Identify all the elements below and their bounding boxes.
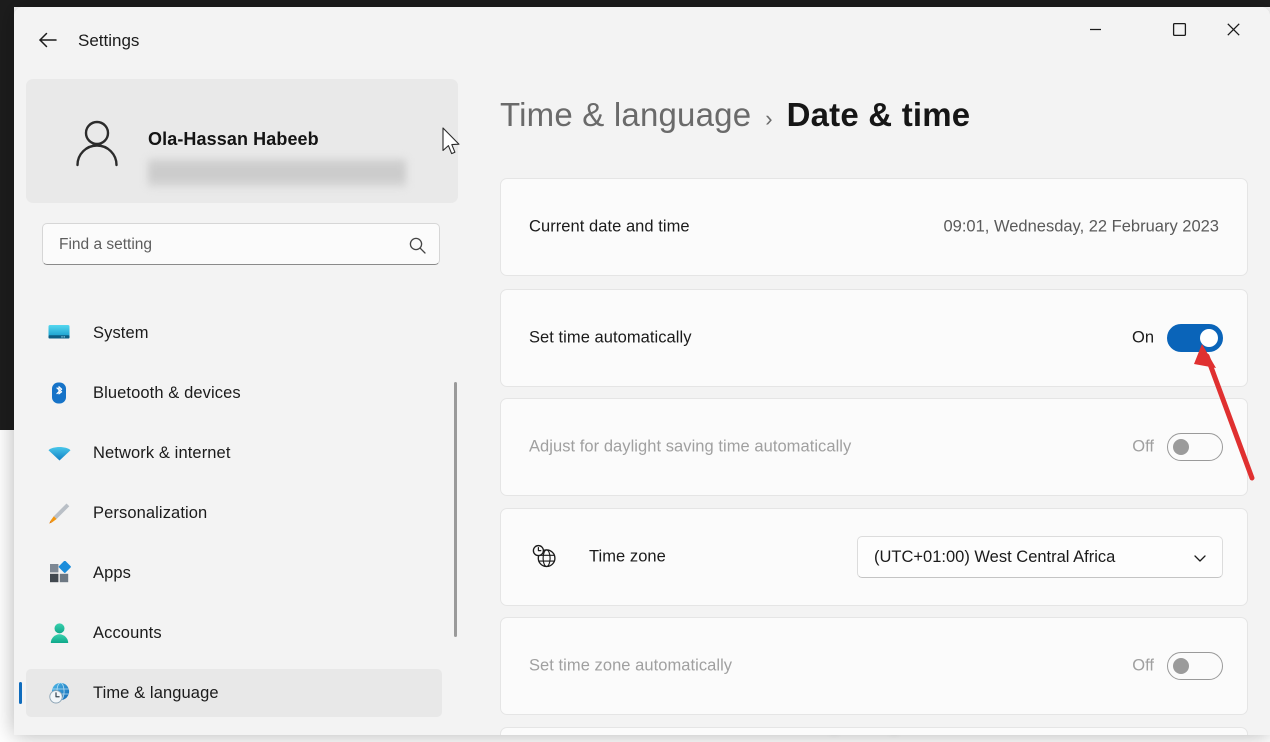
apps-grid-icon [44,558,74,588]
sidebar: Ola-Hassan Habeeb Find a setting System … [14,67,460,735]
sidebar-scrollbar[interactable] [454,382,457,637]
current-date-time-value: 09:01, Wednesday, 22 February 2023 [943,217,1220,236]
sidebar-item-label: Apps [93,563,132,582]
time-zone-label: Time zone [589,547,666,566]
toggle-knob [1173,439,1189,455]
breadcrumb-separator: › [765,106,773,131]
sidebar-item-apps[interactable]: Apps [26,549,442,597]
paintbrush-icon [44,498,74,528]
adjust-daylight-saving-toggle [1167,433,1223,461]
sidebar-item-label: Accounts [93,623,162,642]
chevron-down-icon [1194,555,1206,562]
set-time-automatically-label: Set time automatically [529,328,692,347]
sidebar-nav-list: System Bluetooth & devices Network & int… [19,309,448,729]
sidebar-item-network-internet[interactable]: Network & internet [26,429,442,477]
maximize-button[interactable] [1148,7,1210,51]
profile-email-redacted [148,159,406,187]
search-input[interactable] [57,224,391,266]
profile-name: Ola-Hassan Habeeb [148,129,319,149]
sidebar-item-accounts[interactable]: Accounts [26,609,442,657]
window-title-bar: Settings [14,7,1270,75]
current-date-time-card: Current date and time 09:01, Wednesday, … [500,178,1248,276]
globe-clock-icon [44,678,74,708]
sidebar-item-system[interactable]: System [26,309,442,357]
selection-indicator [19,682,22,704]
adjust-daylight-saving-label: Adjust for daylight saving time automati… [529,437,852,456]
time-zone-card: Time zone (UTC+01:00) West Central Afric… [500,508,1248,606]
settings-window: Settings Ola-Hassan Habeeb Find a settin… [14,7,1270,735]
maximize-icon [1172,22,1186,36]
sidebar-item-label: Network & internet [93,443,231,462]
person-avatar-icon [76,120,118,167]
wifi-icon [44,438,74,468]
adjust-daylight-saving-card: Adjust for daylight saving time automati… [500,398,1248,496]
breadcrumb-parent-link[interactable]: Time & language [500,96,751,134]
sidebar-item-label: System [93,323,149,342]
set-time-zone-automatically-label: Set time zone automatically [529,656,733,675]
back-button[interactable] [24,17,72,63]
sidebar-item-label: Personalization [93,503,208,522]
sidebar-item-label: Bluetooth & devices [93,383,241,402]
desktop-top-strip [0,0,1270,7]
close-button[interactable] [1202,7,1264,51]
toggle-knob [1173,658,1189,674]
sidebar-item-personalization[interactable]: Personalization [26,489,442,537]
profile-card[interactable]: Ola-Hassan Habeeb [26,79,458,203]
desktop-left-strip [0,0,14,430]
sidebar-item-label: Time & language [93,683,219,702]
monitor-icon [44,318,74,348]
back-arrow-icon [39,32,57,48]
adjust-daylight-saving-state: Off [1132,437,1154,456]
set-time-automatically-toggle[interactable] [1167,324,1223,352]
set-time-zone-automatically-state: Off [1132,656,1154,675]
time-zone-value: (UTC+01:00) West Central Africa [874,547,1116,566]
person-icon [44,618,74,648]
sidebar-item-bluetooth-devices[interactable]: Bluetooth & devices [26,369,442,417]
app-title: Settings [78,31,140,50]
minimize-icon [1089,28,1101,30]
search-box[interactable] [42,223,440,266]
sidebar-item-time-language[interactable]: Time & language [19,669,442,717]
breadcrumb: Time & language › Date & time [500,96,970,134]
set-time-zone-automatically-card: Set time zone automatically Off [500,617,1248,715]
set-time-automatically-card[interactable]: Set time automatically On [500,289,1248,387]
globe-clock-icon [529,542,559,572]
current-date-time-label: Current date and time [529,217,690,236]
set-time-automatically-state: On [1131,328,1154,347]
toggle-knob [1200,329,1218,347]
search-icon [405,233,429,257]
set-time-zone-automatically-toggle [1167,652,1223,680]
minimize-button[interactable] [1064,7,1126,51]
time-zone-dropdown[interactable]: (UTC+01:00) West Central Africa [857,536,1223,578]
main-content: Time & language › Date & time Current da… [460,67,1270,735]
next-setting-card-partial[interactable] [500,727,1248,735]
page-title: Date & time [786,96,971,133]
bluetooth-icon [44,378,74,408]
close-icon [1226,22,1240,36]
